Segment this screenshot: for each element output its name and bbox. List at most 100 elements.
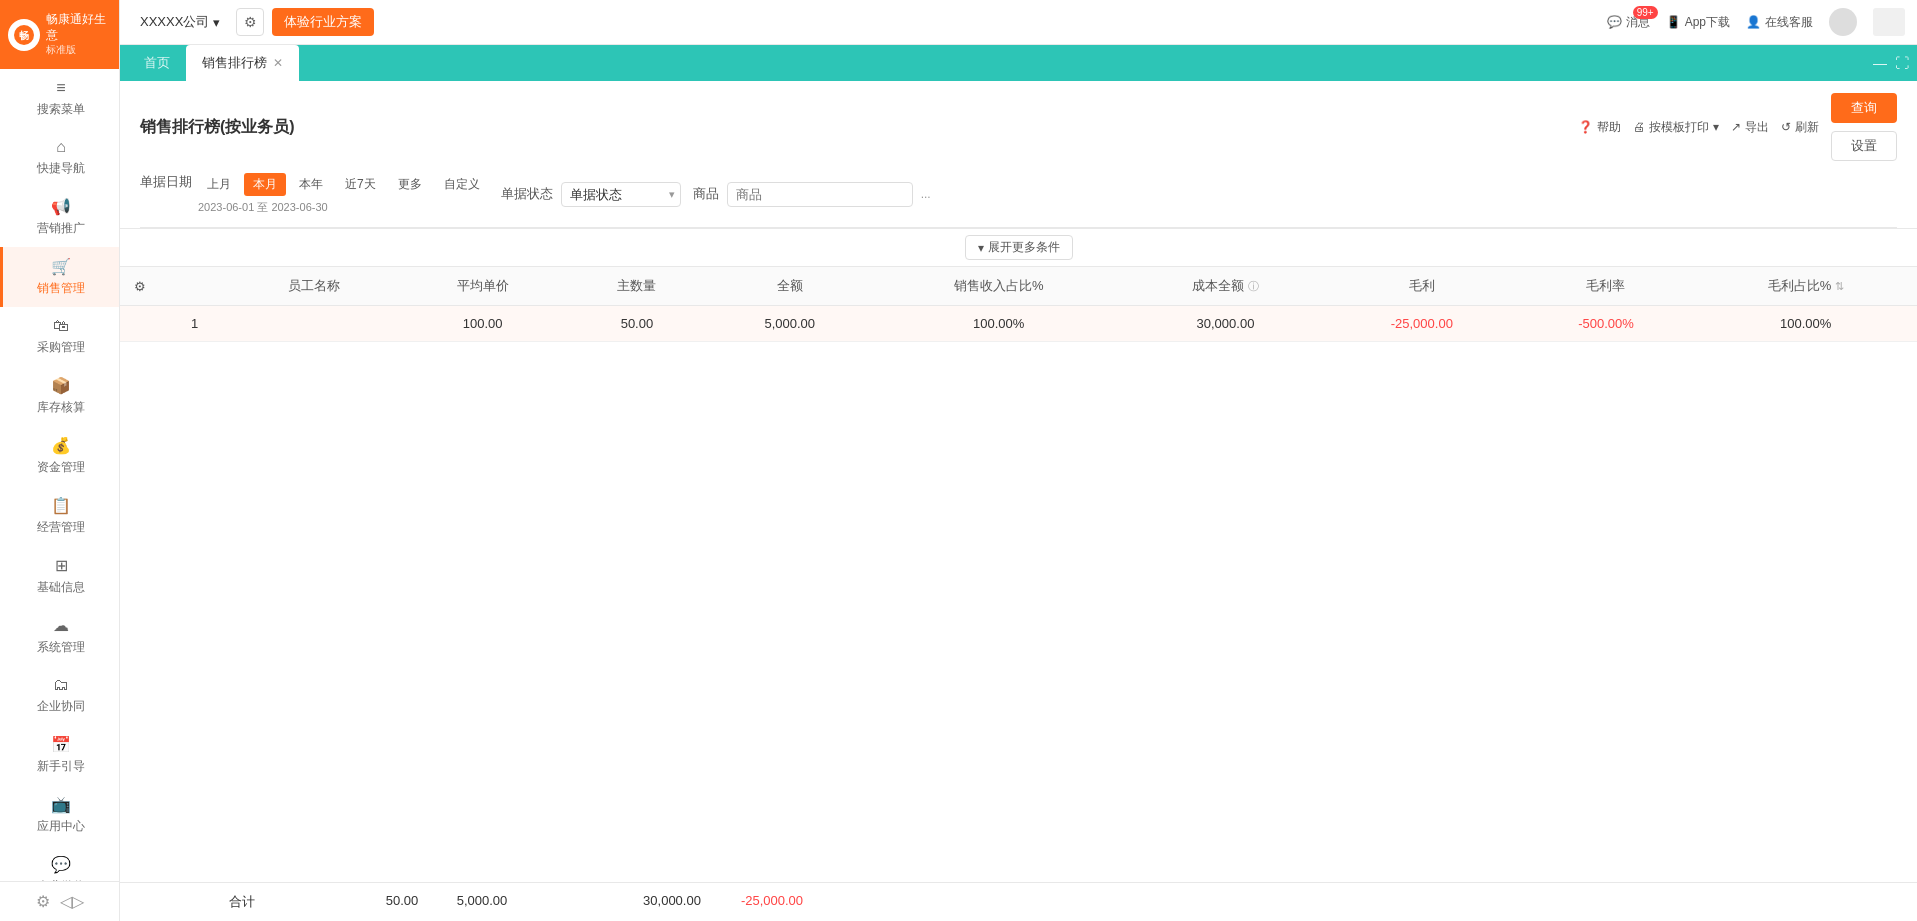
status-select[interactable]: 单据状态 xyxy=(561,182,681,207)
trial-button[interactable]: 体验行业方案 xyxy=(272,8,374,36)
sidebar: 畅 畅康通好生意 标准版 ≡搜索菜单⌂快捷导航📢营销推广🛒销售管理🛍采购管理📦库… xyxy=(0,0,120,921)
sidebar-item-inventory[interactable]: 📦库存核算 xyxy=(0,366,119,426)
th-settings[interactable]: ⚙ xyxy=(120,267,160,306)
tab-bar-right: — ⛶ xyxy=(1873,55,1909,71)
date-btn-7days[interactable]: 近7天 xyxy=(336,173,385,196)
tab-home[interactable]: 首页 xyxy=(128,45,186,81)
gear-button[interactable]: ⚙ xyxy=(236,8,264,36)
tab-minimize-icon[interactable]: — xyxy=(1873,55,1887,71)
date-btn-this-month[interactable]: 本月 xyxy=(244,173,286,196)
expand-conditions-btn[interactable]: ▾ 展开更多条件 xyxy=(965,235,1073,260)
sidebar-label-finance: 资金管理 xyxy=(37,459,85,476)
help-label: 帮助 xyxy=(1597,119,1621,136)
sidebar-item-operations[interactable]: 📋 经营管理 xyxy=(0,486,119,546)
cell-avg-price: 100.00 xyxy=(398,306,567,342)
cell-gross-pct: 100.00% xyxy=(1694,306,1917,342)
more-filters-btn[interactable]: ... xyxy=(921,187,931,201)
sidebar-icon-marketing: 📢 xyxy=(51,197,71,216)
tab-maximize-icon[interactable]: ⛶ xyxy=(1895,55,1909,71)
help-btn[interactable]: ❓ 帮助 xyxy=(1578,119,1621,136)
app-download-btn[interactable]: 📱 App下载 xyxy=(1666,14,1730,31)
th-index xyxy=(160,267,229,306)
date-btn-more[interactable]: 更多 xyxy=(389,173,431,196)
sidebar-icon-purchase: 🛍 xyxy=(53,317,69,335)
settings-button[interactable]: 设置 xyxy=(1831,131,1897,161)
th-sales-pct: 销售收入占比% xyxy=(873,267,1125,306)
th-cost: 成本全额 ⓘ xyxy=(1125,267,1326,306)
date-btn-custom[interactable]: 自定义 xyxy=(435,173,489,196)
sidebar-item-search[interactable]: ≡搜索菜单 xyxy=(0,69,119,128)
sidebar-item-wechat[interactable]: 💬企业微信 xyxy=(0,845,119,881)
company-name: XXXXX公司 xyxy=(140,13,209,31)
date-filter-label: 单据日期 xyxy=(140,173,192,191)
sidebar-icon-system: ☁ xyxy=(53,616,69,635)
messages-btn[interactable]: 💬 消息 99+ xyxy=(1607,14,1650,31)
th-gross-rate: 毛利率 xyxy=(1518,267,1695,306)
sidebar-label-operations: 经营管理 xyxy=(37,519,85,536)
goods-label: 商品 xyxy=(693,185,719,203)
th-total: 全额 xyxy=(707,267,873,306)
th-gross-pct: 毛利占比% ⇅ xyxy=(1694,267,1917,306)
user-menu[interactable] xyxy=(1873,8,1905,36)
sidebar-icon-search: ≡ xyxy=(56,79,65,97)
footer-cells: 合计 50.00 5,000.00 30,000.00 -25,000.00 xyxy=(132,893,1905,911)
avatar[interactable] xyxy=(1829,8,1857,36)
date-btn-this-year[interactable]: 本年 xyxy=(290,173,332,196)
sidebar-item-purchase[interactable]: 🛍 采购管理 xyxy=(0,307,119,366)
sidebar-label-system: 系统管理 xyxy=(37,639,85,656)
goods-input[interactable] xyxy=(727,182,913,207)
query-button[interactable]: 查询 xyxy=(1831,93,1897,123)
filter-area: 单据日期 上月 本月 本年 近7天 更多 自定义 2023-06-01 至 20… xyxy=(140,173,1897,228)
print-dropdown-icon: ▾ xyxy=(1713,120,1719,134)
sidebar-item-sales[interactable]: 🛒销售管理 xyxy=(0,247,119,307)
date-filter-group: 单据日期 上月 本月 本年 近7天 更多 自定义 2023-06-01 至 20… xyxy=(140,173,489,215)
sidebar-item-quick-nav[interactable]: ⌂快捷导航 xyxy=(0,128,119,187)
th-gross: 毛利 xyxy=(1326,267,1517,306)
table-row: 1 100.00 50.00 5,000.00 100.00% 30,000.0… xyxy=(120,306,1917,342)
print-btn[interactable]: 🖨 按模板打印 ▾ xyxy=(1633,119,1719,136)
message-icon: 💬 xyxy=(1607,15,1622,29)
cost-info-icon[interactable]: ⓘ xyxy=(1248,280,1259,292)
sidebar-icon-operations: 📋 xyxy=(51,496,71,515)
expand-label: 展开更多条件 xyxy=(988,239,1060,256)
sidebar-item-finance[interactable]: 💰 资金管理 xyxy=(0,426,119,486)
sidebar-icon-wechat: 💬 xyxy=(51,855,71,874)
sidebar-label-purchase: 采购管理 xyxy=(37,339,85,356)
refresh-label: 刷新 xyxy=(1795,119,1819,136)
sidebar-item-base-info[interactable]: ⊞基础信息 xyxy=(0,546,119,606)
sidebar-item-enterprise[interactable]: 🗂企业协同 xyxy=(0,666,119,725)
sidebar-bottom: ⚙ ◁▷ xyxy=(0,881,119,921)
sidebar-label-quick-nav: 快捷导航 xyxy=(37,160,85,177)
company-selector[interactable]: XXXXX公司 ▾ xyxy=(132,9,228,35)
settings-icon[interactable]: ⚙ xyxy=(36,892,50,911)
collapse-icon[interactable]: ◁▷ xyxy=(60,892,84,911)
main-area: XXXXX公司 ▾ ⚙ 体验行业方案 💬 消息 99+ 📱 App下载 👤 在线… xyxy=(120,0,1917,921)
sidebar-item-marketing[interactable]: 📢营销推广 xyxy=(0,187,119,247)
data-table: ⚙ 员工名称 平均单价 主数量 全额 销售收入占比% 成本全额 ⓘ 毛利 毛利率… xyxy=(120,267,1917,342)
footer-cost-cell: 30,000.00 xyxy=(622,893,722,911)
th-main-qty: 主数量 xyxy=(567,267,707,306)
help-icon: ❓ xyxy=(1578,120,1593,134)
sidebar-icon-finance: 💰 xyxy=(51,436,71,455)
sidebar-item-app-center[interactable]: 📺应用中心 xyxy=(0,785,119,845)
footer-gross-pct-cell xyxy=(902,893,982,911)
date-shortcuts-wrap: 上月 本月 本年 近7天 更多 自定义 2023-06-01 至 2023-06… xyxy=(198,173,489,215)
table-footer: 合计 50.00 5,000.00 30,000.00 -25,000.00 xyxy=(120,882,1917,921)
tab-close-icon[interactable]: ✕ xyxy=(273,56,283,70)
sidebar-item-system[interactable]: ☁ 系统管理 xyxy=(0,606,119,666)
sidebar-icon-guide: 📅 xyxy=(51,735,71,754)
date-btn-last-month[interactable]: 上月 xyxy=(198,173,240,196)
sidebar-label-base-info: 基础信息 xyxy=(37,579,85,596)
cell-cost: 30,000.00 xyxy=(1125,306,1326,342)
app-version: 标准版 xyxy=(46,43,111,57)
table-header-row: ⚙ 员工名称 平均单价 主数量 全额 销售收入占比% 成本全额 ⓘ 毛利 毛利率… xyxy=(120,267,1917,306)
online-service-btn[interactable]: 👤 在线客服 xyxy=(1746,14,1813,31)
tab-sales-ranking[interactable]: 销售排行榜 ✕ xyxy=(186,45,299,81)
app-name: 畅康通好生意 xyxy=(46,12,111,43)
status-select-wrap: 单据状态 xyxy=(561,182,681,207)
gross-pct-icon[interactable]: ⇅ xyxy=(1835,280,1844,292)
refresh-btn[interactable]: ↺ 刷新 xyxy=(1781,119,1819,136)
chevron-down-icon: ▾ xyxy=(978,241,984,255)
sidebar-item-guide[interactable]: 📅新手引导 xyxy=(0,725,119,785)
export-btn[interactable]: ↗ 导出 xyxy=(1731,119,1769,136)
